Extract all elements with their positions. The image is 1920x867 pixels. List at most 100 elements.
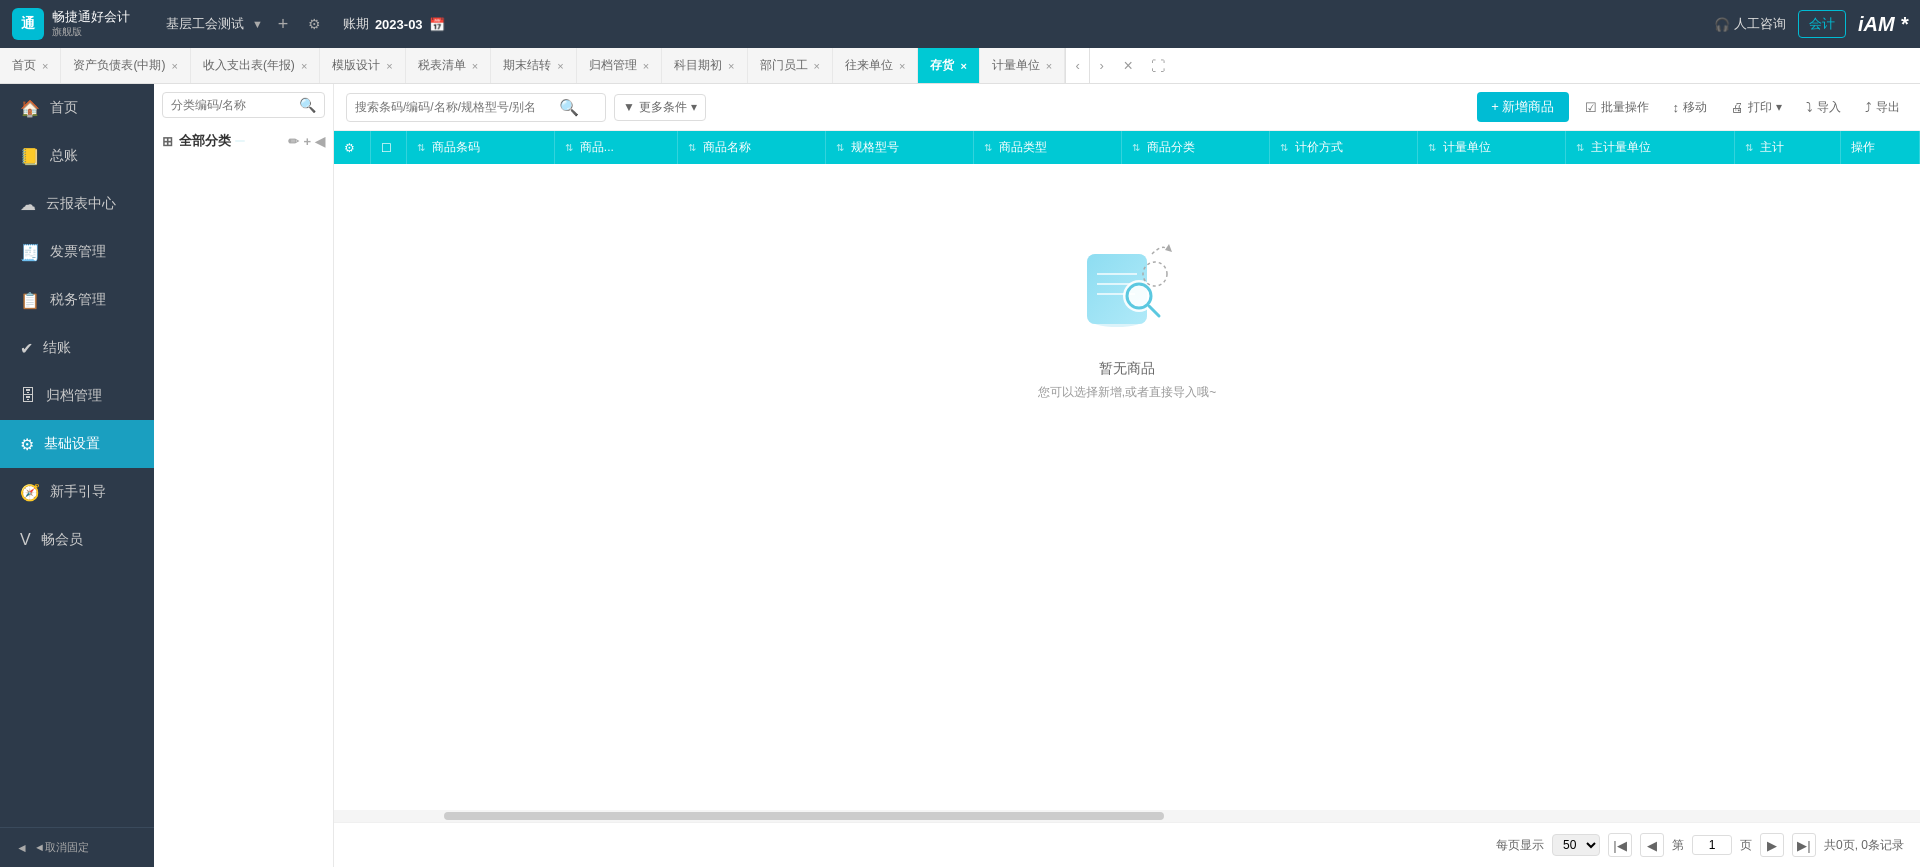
tab-bar: 首页 × 资产负债表(中期) × 收入支出表(年报) × 模版设计 × 税表清单… — [0, 48, 1920, 84]
company-name: 基层工会测试 — [166, 15, 244, 33]
tab-subject-init[interactable]: 科目期初 × — [662, 48, 747, 84]
last-page-button[interactable]: ▶| — [1792, 833, 1816, 857]
tab-prev-button[interactable]: ‹ — [1065, 48, 1089, 84]
chevron-down-icon: ▼ — [252, 18, 263, 30]
expand-tabs-button[interactable]: ⛶ — [1143, 48, 1173, 84]
sidebar-item-basic-settings[interactable]: ⚙ 基础设置 — [0, 420, 154, 468]
export-button[interactable]: ⤴ 导出 — [1857, 95, 1908, 120]
inventory-content: 🔍 ▼ 更多条件 ▾ + 新增商品 ☑ 批量操作 ↕ 移动 — [334, 84, 1920, 867]
col-type[interactable]: ⇅ 商品类型 — [973, 131, 1121, 164]
tab-close-icon[interactable]: × — [1046, 60, 1052, 72]
sidebar-item-cloud-reports[interactable]: ☁ 云报表中心 — [0, 180, 154, 228]
app-name: 畅捷通好会计 — [52, 9, 130, 25]
search-icon[interactable]: 🔍 — [559, 98, 579, 117]
grid-icon: ⊞ — [162, 134, 173, 149]
product-search-input[interactable] — [355, 100, 555, 114]
add-tab-button[interactable]: + — [271, 12, 295, 36]
svg-marker-9 — [1165, 244, 1172, 252]
tab-measurement-unit[interactable]: 计量单位 × — [980, 48, 1065, 84]
tab-close-icon[interactable]: × — [386, 60, 392, 72]
collapse-panel-button[interactable]: ◀ — [315, 134, 325, 149]
sidebar-item-invoice[interactable]: 🧾 发票管理 — [0, 228, 154, 276]
col-checkbox[interactable]: ☐ — [370, 131, 406, 164]
search-icon[interactable]: 🔍 — [299, 97, 316, 113]
export-icon: ⤴ — [1865, 100, 1872, 115]
col-barcode[interactable]: ⇅ 商品条码 — [406, 131, 554, 164]
prev-page-button[interactable]: ◀ — [1640, 833, 1664, 857]
sidebar-item-home[interactable]: 🏠 首页 — [0, 84, 154, 132]
sidebar-item-settlement[interactable]: ✔ 结账 — [0, 324, 154, 372]
iam-badge: iAM * — [1858, 13, 1908, 36]
next-page-button[interactable]: ▶ — [1760, 833, 1784, 857]
print-button[interactable]: 🖨 打印 ▾ — [1723, 95, 1790, 120]
consult-button[interactable]: 🎧 人工咨询 — [1714, 15, 1786, 33]
batch-operation-button[interactable]: ☑ 批量操作 — [1577, 95, 1657, 120]
account-button[interactable]: 会计 — [1798, 10, 1846, 38]
col-price-method[interactable]: ⇅ 计价方式 — [1269, 131, 1417, 164]
unpin-sidebar-button[interactable]: ◄ ◄取消固定 — [0, 827, 154, 867]
tab-period-transfer[interactable]: 期末结转 × — [491, 48, 576, 84]
col-category[interactable]: ⇅ 商品分类 — [1121, 131, 1269, 164]
tab-close-icon[interactable]: × — [42, 60, 48, 72]
tab-inventory[interactable]: 存货 × — [918, 48, 979, 84]
sidebar-item-guide[interactable]: 🧭 新手引导 — [0, 468, 154, 516]
add-product-button[interactable]: + 新增商品 — [1477, 92, 1568, 122]
col-product-name[interactable]: ⇅ 商品名称 — [677, 131, 825, 164]
category-search[interactable]: 🔍 — [162, 92, 325, 118]
tab-home[interactable]: 首页 × — [0, 48, 61, 84]
print-chevron-icon: ▾ — [1776, 100, 1782, 114]
pagination-bar: 每页显示 50 |◀ ◀ 第 页 ▶ ▶| 共0页, 0条记录 — [334, 822, 1920, 867]
tab-close-icon[interactable]: × — [728, 60, 734, 72]
tab-close-icon[interactable]: × — [814, 60, 820, 72]
tab-close-icon[interactable]: × — [472, 60, 478, 72]
col-spec[interactable]: ⇅ 规格型号 — [825, 131, 973, 164]
settings-icon[interactable]: ⚙ — [303, 12, 327, 36]
col-unit[interactable]: ⇅ 计量单位 — [1417, 131, 1565, 164]
all-categories-item[interactable]: ⊞ 全部分类 ✏ + ◀ — [154, 126, 333, 156]
col-main-unit[interactable]: ⇅ 主计量单位 — [1565, 131, 1734, 164]
category-search-input[interactable] — [171, 98, 299, 112]
scroll-thumb[interactable] — [444, 812, 1164, 820]
tab-balance-sheet[interactable]: 资产负债表(中期) × — [61, 48, 190, 84]
tab-close-icon[interactable]: × — [960, 60, 966, 72]
tab-close-icon[interactable]: × — [557, 60, 563, 72]
tab-tax-list[interactable]: 税表清单 × — [406, 48, 491, 84]
settlement-icon: ✔ — [20, 339, 33, 358]
first-page-button[interactable]: |◀ — [1608, 833, 1632, 857]
tab-transaction-units[interactable]: 往来单位 × — [833, 48, 918, 84]
tab-template-design[interactable]: 模版设计 × — [320, 48, 405, 84]
edit-category-icon[interactable]: ✏ — [288, 134, 299, 149]
empty-state: 暂无商品 您可以选择新增,或者直接导入哦~ — [334, 164, 1920, 461]
col-product-code[interactable]: ⇅ 商品... — [554, 131, 677, 164]
product-search-bar[interactable]: 🔍 — [346, 93, 606, 122]
col-settings[interactable]: ⚙ — [334, 131, 370, 164]
add-category-icon[interactable]: + — [303, 134, 311, 149]
tab-income-expense[interactable]: 收入支出表(年报) × — [191, 48, 320, 84]
tab-archive[interactable]: 归档管理 × — [577, 48, 662, 84]
tab-dept-staff[interactable]: 部门员工 × — [748, 48, 833, 84]
sidebar-item-member[interactable]: V 畅会员 — [0, 516, 154, 564]
more-filters-button[interactable]: ▼ 更多条件 ▾ — [614, 94, 706, 121]
tab-next-button[interactable]: › — [1089, 48, 1113, 84]
company-selector[interactable]: 基层工会测试 ▼ — [166, 15, 263, 33]
tab-close-icon[interactable]: × — [171, 60, 177, 72]
tab-close-icon[interactable]: × — [899, 60, 905, 72]
page-size-select[interactable]: 50 — [1552, 834, 1600, 856]
col-main-calc[interactable]: ⇅ 主计 — [1735, 131, 1841, 164]
close-all-tabs-button[interactable]: × — [1113, 48, 1143, 84]
tab-close-icon[interactable]: × — [301, 60, 307, 72]
header-right: 🎧 人工咨询 会计 iAM * — [1714, 10, 1908, 38]
guide-icon: 🧭 — [20, 483, 40, 502]
svg-line-8 — [1149, 306, 1159, 316]
table-scrollbar[interactable] — [334, 810, 1920, 822]
sidebar-item-tax[interactable]: 📋 税务管理 — [0, 276, 154, 324]
page-number-input[interactable] — [1692, 835, 1732, 855]
tab-close-icon[interactable]: × — [643, 60, 649, 72]
calendar-icon[interactable]: 📅 — [429, 17, 445, 32]
empty-desc: 您可以选择新增,或者直接导入哦~ — [1038, 384, 1216, 401]
page-size-label: 每页显示 — [1496, 837, 1544, 854]
move-button[interactable]: ↕ 移动 — [1665, 95, 1716, 120]
sidebar-item-ledger[interactable]: 📒 总账 — [0, 132, 154, 180]
import-button[interactable]: ⤵ 导入 — [1798, 95, 1849, 120]
sidebar-item-archive[interactable]: 🗄 归档管理 — [0, 372, 154, 420]
